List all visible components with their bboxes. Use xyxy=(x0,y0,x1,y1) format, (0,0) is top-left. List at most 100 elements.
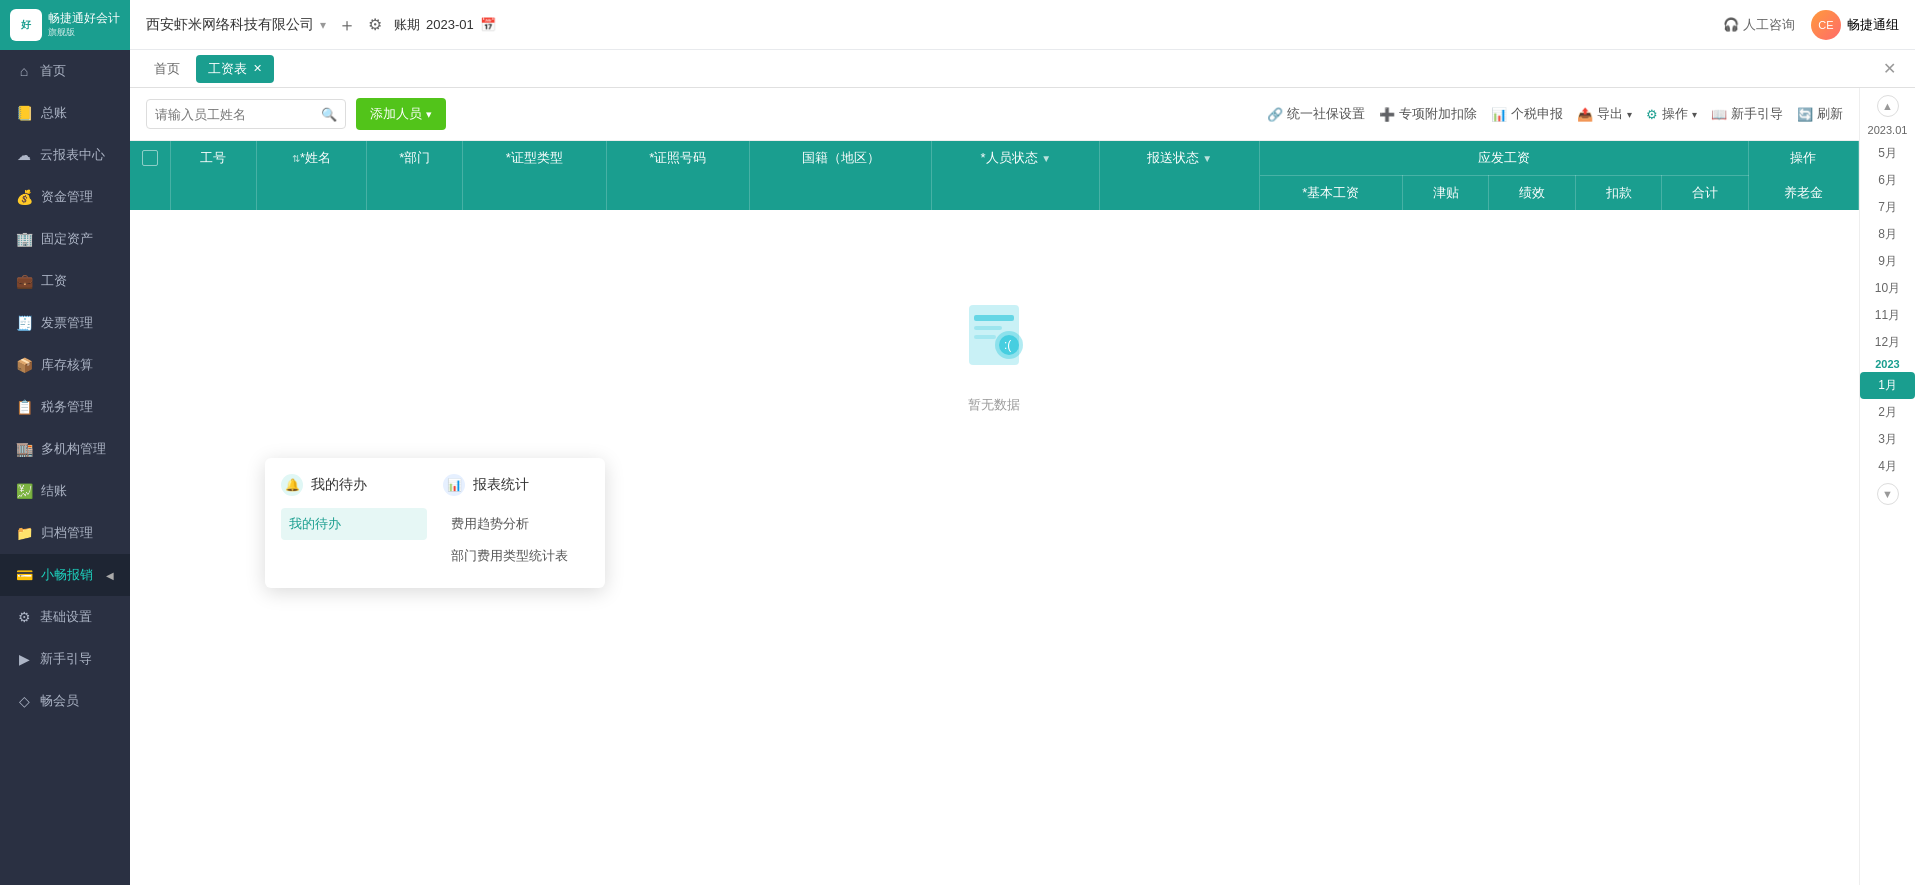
avatar-text: CE xyxy=(1818,19,1833,31)
period-selector[interactable]: 账期 2023-01 📅 xyxy=(394,16,496,34)
timeline-month-3[interactable]: 3月 xyxy=(1860,426,1915,453)
service-button[interactable]: 🎧 人工咨询 xyxy=(1723,16,1795,34)
timeline-month-9[interactable]: 9月 xyxy=(1860,248,1915,275)
action-guide[interactable]: 📖 新手引导 xyxy=(1711,105,1783,123)
action-guide-label: 新手引导 xyxy=(1731,105,1783,123)
sidebar-item-cloud-report[interactable]: ☁ 云报表中心 xyxy=(0,134,130,176)
logo-title: 畅捷通好会计 xyxy=(48,11,120,27)
service-label: 人工咨询 xyxy=(1743,16,1795,34)
action-operations[interactable]: ⚙ 操作 ▾ xyxy=(1646,105,1697,123)
invoice-icon: 🧾 xyxy=(16,315,33,331)
sidebar-menu: ⌂ 首页 📒 总账 ☁ 云报表中心 💰 资金管理 🏢 固定资产 💼 工资 🧾 发… xyxy=(0,50,130,885)
add-person-label: 添加人员 xyxy=(370,105,422,123)
timeline-month-12[interactable]: 12月 xyxy=(1860,329,1915,356)
topbar: 西安虾米网络科技有限公司 ▾ ＋ ⚙ 账期 2023-01 📅 🎧 人工咨询 C… xyxy=(130,0,1915,50)
sidebar-item-xiaochang[interactable]: 💳 小畅报销 ◀ xyxy=(0,554,130,596)
search-box[interactable]: 🔍 xyxy=(146,99,346,129)
salary-icon: 💼 xyxy=(16,273,33,289)
logo-text-block: 畅捷通好会计 旗舰版 xyxy=(48,11,120,40)
sidebar-item-guide[interactable]: ▶ 新手引导 xyxy=(0,638,130,680)
header-name[interactable]: ⇅*姓名 xyxy=(256,141,366,176)
tab-home[interactable]: 首页 xyxy=(142,55,192,83)
sidebar-item-tax[interactable]: 📋 税务管理 xyxy=(0,386,130,428)
report-icon: 📊 xyxy=(443,474,465,496)
topbar-right: 🎧 人工咨询 CE 畅捷通组 xyxy=(1723,10,1899,40)
sidebar-item-ledger[interactable]: 📒 总账 xyxy=(0,92,130,134)
tab-salary-label: 工资表 xyxy=(208,60,247,78)
header-checkbox[interactable] xyxy=(130,141,170,176)
action-refresh[interactable]: 🔄 刷新 xyxy=(1797,105,1843,123)
todo-title-text: 我的待办 xyxy=(311,476,367,494)
add-person-button[interactable]: 添加人员 ▾ xyxy=(356,98,446,130)
toolbar: 🔍 添加人员 ▾ 🔗 统一社保设置 ➕ 专项附加扣除 xyxy=(130,88,1859,141)
sidebar-item-archive[interactable]: 📁 归档管理 xyxy=(0,512,130,554)
settings-button[interactable]: ⚙ xyxy=(368,15,382,34)
sidebar-item-home[interactable]: ⌂ 首页 xyxy=(0,50,130,92)
sidebar-collapse-icon: ◀ xyxy=(106,570,114,581)
sidebar-label-inventory: 库存核算 xyxy=(41,356,93,374)
timeline-month-6[interactable]: 6月 xyxy=(1860,167,1915,194)
header-total: 合计 xyxy=(1662,176,1748,211)
tab-salary-table[interactable]: 工资表 ✕ xyxy=(196,55,274,83)
sidebar-item-multi-org[interactable]: 🏬 多机构管理 xyxy=(0,428,130,470)
sidebar-item-fixed-asset[interactable]: 🏢 固定资产 xyxy=(0,218,130,260)
sidebar-item-salary[interactable]: 💼 工资 xyxy=(0,260,130,302)
member-icon: ◇ xyxy=(16,693,32,709)
timeline-month-8[interactable]: 8月 xyxy=(1860,221,1915,248)
filter-icon-send: ▼ xyxy=(1202,153,1212,164)
sidebar-label-multi: 多机构管理 xyxy=(41,440,106,458)
timeline-month-5[interactable]: 5月 xyxy=(1860,140,1915,167)
empty-state: :( 暂无数据 xyxy=(130,210,1859,494)
popup-item-cost-trend[interactable]: 费用趋势分析 xyxy=(443,508,589,540)
action-tax-label: 个税申报 xyxy=(1511,105,1563,123)
period-label: 账期 xyxy=(394,16,420,34)
action-export[interactable]: 📤 导出 ▾ xyxy=(1577,105,1632,123)
my-todo-label: 我的待办 xyxy=(289,516,341,531)
svg-text::(: :( xyxy=(1004,338,1011,352)
timeline-month-7[interactable]: 7月 xyxy=(1860,194,1915,221)
action-social-security[interactable]: 🔗 统一社保设置 xyxy=(1267,105,1365,123)
header-person-status[interactable]: *人员状态 ▼ xyxy=(932,141,1100,176)
action-special-deduction[interactable]: ➕ 专项附加扣除 xyxy=(1379,105,1477,123)
header-actions: 操作 xyxy=(1748,141,1858,176)
timeline-down-button[interactable]: ▼ xyxy=(1877,483,1899,505)
header-send-status[interactable]: 报送状态 ▼ xyxy=(1100,141,1259,176)
sidebar-item-fund[interactable]: 💰 资金管理 xyxy=(0,176,130,218)
export-icon: 📤 xyxy=(1577,107,1593,122)
header-empty-2 xyxy=(170,176,256,211)
guide-toolbar-icon: 📖 xyxy=(1711,107,1727,122)
select-all-checkbox[interactable] xyxy=(142,150,158,166)
action-refresh-label: 刷新 xyxy=(1817,105,1843,123)
refresh-icon: 🔄 xyxy=(1797,107,1813,122)
timeline-month-10[interactable]: 10月 xyxy=(1860,275,1915,302)
popup-item-dept-cost[interactable]: 部门费用类型统计表 xyxy=(443,540,589,572)
header-pension: 养老金 xyxy=(1748,176,1858,211)
sidebar-item-invoice[interactable]: 🧾 发票管理 xyxy=(0,302,130,344)
svg-rect-1 xyxy=(974,315,1014,321)
tab-panel-close-button[interactable]: ✕ xyxy=(1875,55,1903,83)
sidebar-label-fund: 资金管理 xyxy=(41,188,93,206)
sidebar-item-member[interactable]: ◇ 畅会员 xyxy=(0,680,130,722)
action-tax-report[interactable]: 📊 个税申报 xyxy=(1491,105,1563,123)
timeline-up-button[interactable]: ▲ xyxy=(1877,95,1899,117)
company-name: 西安虾米网络科技有限公司 xyxy=(146,16,314,34)
dept-cost-label: 部门费用类型统计表 xyxy=(451,548,568,563)
calendar-icon: 📅 xyxy=(480,17,496,32)
salary-table: 工号 ⇅*姓名 *部门 *证型类型 *证照号码 国籍（地区） *人员状态 ▼ xyxy=(130,141,1859,494)
sidebar-item-basic-settings[interactable]: ⚙ 基础设置 xyxy=(0,596,130,638)
timeline-month-11[interactable]: 11月 xyxy=(1860,302,1915,329)
timeline-month-1-active[interactable]: 1月 xyxy=(1860,372,1915,399)
popup-item-my-todo[interactable]: 我的待办 xyxy=(281,508,427,540)
sidebar-item-inventory[interactable]: 📦 库存核算 xyxy=(0,344,130,386)
tab-close-icon[interactable]: ✕ xyxy=(253,62,262,75)
company-selector[interactable]: 西安虾米网络科技有限公司 ▾ xyxy=(146,16,326,34)
user-menu[interactable]: CE 畅捷通组 xyxy=(1811,10,1899,40)
operations-icon: ⚙ xyxy=(1646,107,1658,122)
timeline-month-2[interactable]: 2月 xyxy=(1860,399,1915,426)
add-company-button[interactable]: ＋ xyxy=(338,13,356,37)
svg-rect-3 xyxy=(974,335,996,339)
header-employee-no: 工号 xyxy=(170,141,256,176)
timeline-month-4[interactable]: 4月 xyxy=(1860,453,1915,480)
sidebar-item-settlement[interactable]: 💹 结账 xyxy=(0,470,130,512)
search-input[interactable] xyxy=(155,107,315,122)
